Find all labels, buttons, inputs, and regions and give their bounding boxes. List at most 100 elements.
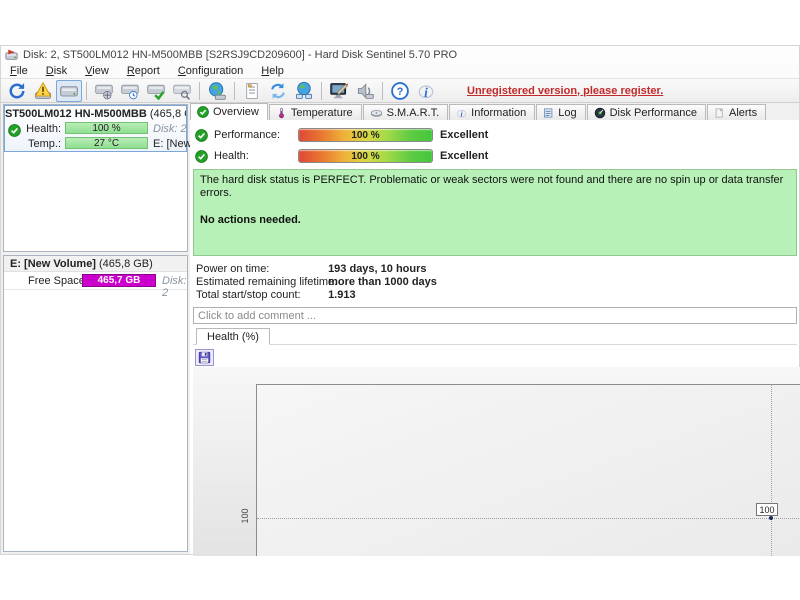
screenshot-canvas: Disk: 2, ST500LM012 HN-M500MBB [S2RSJ9CD…: [0, 0, 800, 600]
disk-clock-icon[interactable]: [117, 80, 143, 102]
toolbar-separator: [382, 81, 383, 100]
tab-log[interactable]: Log: [536, 104, 586, 120]
health-label: Health:: [214, 150, 249, 162]
floppy-save-icon: [198, 351, 211, 364]
main-area: Overview Temperature S.M.A.R.T. i Inform…: [190, 103, 800, 556]
disk-check-icon[interactable]: [143, 80, 169, 102]
speaker-disk-icon[interactable]: [352, 80, 378, 102]
toolbar-separator: [199, 81, 200, 100]
disk-health-row: Health: 100 % Disk: 2: [5, 121, 187, 136]
performance-rating: Excellent: [440, 129, 489, 141]
app-icon: [5, 48, 18, 61]
toolbar-separator: [86, 81, 87, 100]
volume-entry[interactable]: E: [New Volume] (465,8 GB) Free Space 46…: [4, 256, 187, 299]
app-window: Disk: 2, ST500LM012 HN-M500MBB [S2RSJ9CD…: [0, 45, 800, 556]
menu-report[interactable]: Report: [118, 64, 169, 78]
tab-health-chart[interactable]: Health (%): [196, 328, 270, 345]
health-rating: Excellent: [440, 150, 489, 162]
disk-status-box: The hard disk status is PERFECT. Problem…: [193, 169, 797, 256]
smart-disk-icon: [370, 109, 382, 117]
information-icon: i: [457, 109, 467, 118]
report-icon[interactable]: [239, 80, 265, 102]
comment-input[interactable]: [193, 307, 797, 324]
tab-overview[interactable]: Overview: [190, 103, 268, 120]
disk-entry-header: ST500LM012 HN-M500MBB (465,8 GB): [5, 106, 186, 121]
alerts-page-icon: [715, 107, 723, 117]
disk-icon[interactable]: [56, 79, 82, 102]
disk-health-bar: 100 %: [65, 122, 148, 134]
refresh-icon[interactable]: [4, 80, 30, 102]
chart-plot-area: [256, 384, 800, 556]
disk-entry-selected[interactable]: ST500LM012 HN-M500MBB (465,8 GB) Health:…: [4, 105, 191, 152]
disk-list-panel: ST500LM012 HN-M500MBB (465,8 GB) Health:…: [3, 104, 191, 252]
volume-list-panel: E: [New Volume] (465,8 GB) Free Space 46…: [3, 255, 188, 552]
overview-check-icon: [197, 106, 209, 118]
health-check-icon: [195, 149, 208, 163]
chart-tab-divider: [193, 344, 797, 345]
menu-configuration[interactable]: Configuration: [169, 64, 252, 78]
disk-temp-label: Temp.:: [27, 138, 61, 150]
chart-point-label: 100: [756, 503, 778, 516]
disk-capacity: (465,8 GB): [149, 108, 186, 120]
detail-start-stop-count: Total start/stop count: 1.913: [196, 289, 356, 301]
register-link[interactable]: Unregistered version, please register.: [467, 85, 663, 97]
disk-model: ST500LM012 HN-M500MBB: [5, 108, 147, 120]
toolbar-separator: [321, 81, 322, 100]
performance-label: Performance:: [214, 129, 281, 141]
svg-text:i: i: [424, 84, 428, 99]
detail-remaining-lifetime: Estimated remaining lifetime: more than …: [196, 276, 437, 288]
log-document-icon: [544, 108, 553, 117]
disk-volume-ref: E: [New Volume]: [153, 138, 191, 150]
volume-name: E: [New Volume]: [10, 258, 96, 270]
menu-disk[interactable]: Disk: [37, 64, 76, 78]
globe-disk-icon[interactable]: [204, 80, 230, 102]
tab-information[interactable]: i Information: [449, 104, 536, 120]
performance-check-icon: [195, 128, 208, 142]
chart-data-point: [769, 516, 773, 520]
disk-search-icon[interactable]: [169, 80, 195, 102]
network-icon[interactable]: [291, 80, 317, 102]
performance-row: Performance: 100 % Excellent: [195, 127, 488, 143]
thermometer-icon: [278, 107, 284, 118]
disk-status-action: No actions needed.: [200, 214, 301, 226]
volume-freespace-row: Free Space 465,7 GB Disk: 2: [4, 272, 187, 299]
tab-smart[interactable]: S.M.A.R.T.: [362, 104, 449, 120]
info-icon[interactable]: i: [413, 80, 439, 102]
svg-text:?: ?: [397, 86, 404, 98]
health-history-chart: 100 100: [193, 367, 800, 556]
tab-disk-performance[interactable]: Disk Performance: [586, 104, 706, 120]
disk-status-text: The hard disk status is PERFECT. Problem…: [200, 174, 784, 199]
disk-temp-row: Temp.: 27 °C E: [New Volume]: [5, 136, 191, 151]
window-title: Disk: 2, ST500LM012 HN-M500MBB [S2RSJ9CD…: [23, 48, 458, 61]
disk-temp-bar: 27 °C: [65, 137, 148, 149]
detail-power-on-time: Power on time: 193 days, 10 hours: [196, 263, 427, 275]
disk-number: Disk: 2: [153, 123, 187, 135]
warning-disk-icon[interactable]: [30, 80, 56, 102]
disk-wheel-icon[interactable]: [91, 80, 117, 102]
main-tabbar: Overview Temperature S.M.A.R.T. i Inform…: [190, 103, 799, 121]
gauge-icon: [594, 107, 605, 118]
volume-disk-number: Disk: 2: [162, 275, 187, 299]
menubar: File Disk View Report Configuration Help: [1, 63, 799, 79]
titlebar: Disk: 2, ST500LM012 HN-M500MBB [S2RSJ9CD…: [1, 46, 799, 63]
save-chart-button[interactable]: [195, 349, 214, 366]
disk-health-label: Health:: [26, 123, 61, 135]
chart-gridline-current: [771, 384, 772, 556]
chart-gridline-100: [257, 518, 800, 519]
help-icon[interactable]: ?: [387, 80, 413, 102]
monitor-pen-icon[interactable]: [326, 80, 352, 102]
sync-icon[interactable]: [265, 80, 291, 102]
tab-alerts[interactable]: Alerts: [706, 104, 767, 120]
menu-view[interactable]: View: [76, 64, 118, 78]
performance-bar: 100 %: [298, 128, 433, 142]
menu-help[interactable]: Help: [252, 64, 293, 78]
toolbar: ? i Unregistered version, please registe…: [1, 79, 799, 103]
volume-header: E: [New Volume] (465,8 GB): [4, 256, 187, 272]
health-row: Health: 100 % Excellent: [195, 148, 488, 164]
health-bar: 100 %: [298, 149, 433, 163]
menu-file[interactable]: File: [1, 64, 37, 78]
toolbar-separator: [234, 81, 235, 100]
tab-temperature[interactable]: Temperature: [268, 104, 362, 120]
free-space-label: Free Space: [28, 275, 85, 287]
volume-capacity: (465,8 GB): [99, 258, 153, 270]
